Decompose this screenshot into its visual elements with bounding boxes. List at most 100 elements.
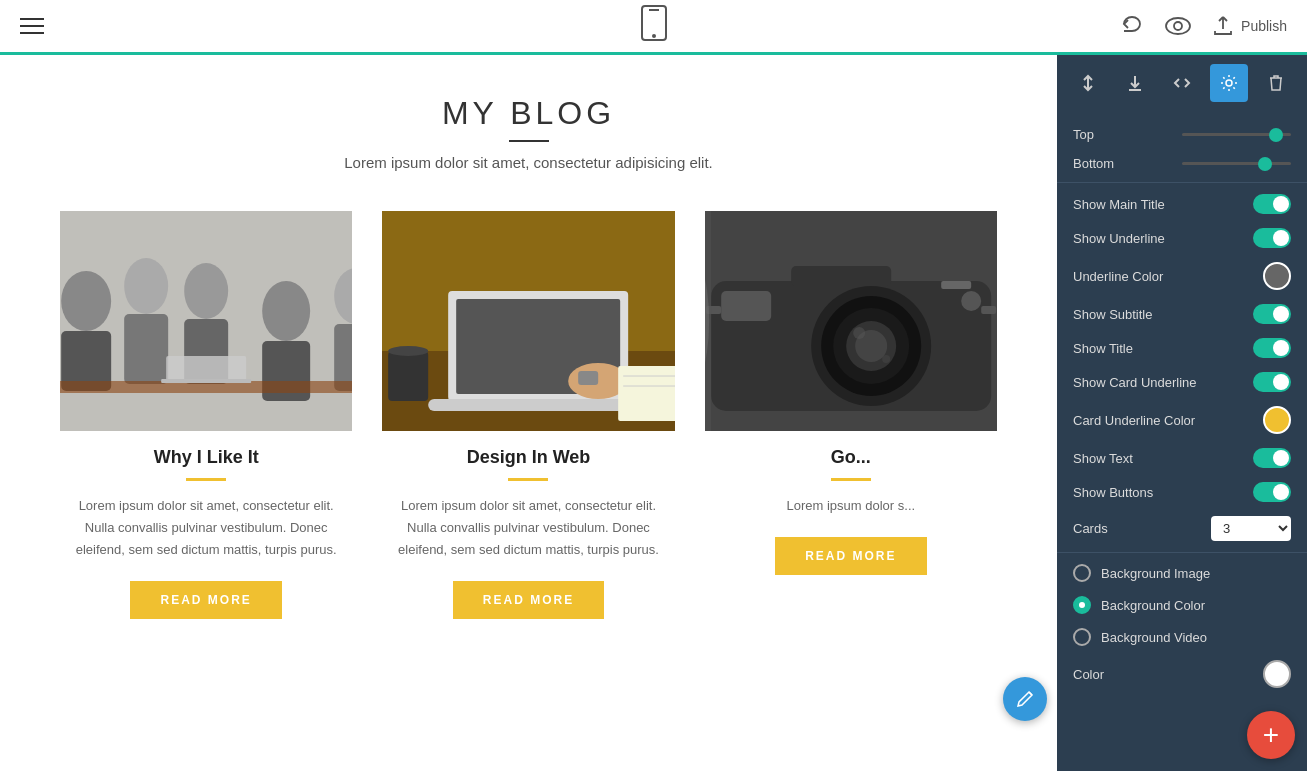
bottom-slider-row: Bottom bbox=[1057, 149, 1307, 178]
card-3-underline bbox=[831, 478, 871, 481]
svg-point-4 bbox=[1174, 22, 1182, 30]
tool-delete[interactable] bbox=[1257, 64, 1295, 102]
show-card-underline-toggle[interactable] bbox=[1253, 372, 1291, 392]
cards-select[interactable]: 3 1 2 4 bbox=[1211, 516, 1291, 541]
show-title-row: Show Title bbox=[1057, 331, 1307, 365]
svg-point-3 bbox=[1166, 18, 1190, 34]
top-label: Top bbox=[1073, 127, 1182, 142]
svg-rect-50 bbox=[981, 306, 996, 314]
toolbar bbox=[1057, 55, 1307, 110]
add-icon: + bbox=[1263, 721, 1279, 749]
show-card-underline-label: Show Card Underline bbox=[1073, 375, 1253, 390]
top-slider-row: Top bbox=[1057, 120, 1307, 149]
hamburger-menu[interactable] bbox=[20, 18, 44, 34]
show-subtitle-row: Show Subtitle bbox=[1057, 297, 1307, 331]
edit-fab-button[interactable] bbox=[1003, 677, 1047, 721]
header: Publish bbox=[0, 0, 1307, 55]
show-main-title-row: Show Main Title bbox=[1057, 187, 1307, 221]
svg-rect-30 bbox=[388, 351, 428, 401]
header-right: Publish bbox=[1121, 14, 1287, 38]
card-2-button[interactable]: READ MORE bbox=[453, 581, 604, 619]
svg-line-53 bbox=[1029, 692, 1032, 695]
show-text-toggle[interactable] bbox=[1253, 448, 1291, 468]
svg-point-31 bbox=[388, 346, 428, 356]
cards-label: Cards bbox=[1073, 521, 1211, 536]
svg-rect-33 bbox=[618, 366, 674, 421]
svg-point-17 bbox=[262, 281, 310, 341]
blog-subtitle: Lorem ipsum dolor sit amet, consectetur … bbox=[60, 154, 997, 171]
show-buttons-toggle[interactable] bbox=[1253, 482, 1291, 502]
publish-button[interactable]: Publish bbox=[1211, 14, 1287, 38]
main-content: MY BLOG Lorem ipsum dolor sit amet, cons… bbox=[0, 55, 1057, 771]
top-slider[interactable] bbox=[1182, 133, 1291, 136]
bottom-label: Bottom bbox=[1073, 156, 1182, 171]
add-fab-button[interactable]: + bbox=[1247, 711, 1295, 759]
card-underline-color-label: Card Underline Color bbox=[1073, 413, 1263, 428]
bottom-slider[interactable] bbox=[1182, 162, 1291, 165]
color-label: Color bbox=[1073, 667, 1263, 682]
card-3-text: Lorem ipsum dolor s... bbox=[715, 495, 987, 517]
card-2-image bbox=[382, 211, 674, 431]
card-3: Go... Lorem ipsum dolor s... READ MORE bbox=[705, 211, 997, 635]
card-1: Why I Like It Lorem ipsum dolor sit amet… bbox=[60, 211, 352, 635]
bg-video-radio[interactable] bbox=[1073, 628, 1091, 646]
card-3-button[interactable]: READ MORE bbox=[775, 537, 926, 575]
show-underline-row: Show Underline bbox=[1057, 221, 1307, 255]
show-underline-label: Show Underline bbox=[1073, 231, 1253, 246]
show-main-title-label: Show Main Title bbox=[1073, 197, 1253, 212]
card-1-body: Why I Like It Lorem ipsum dolor sit amet… bbox=[60, 431, 352, 635]
show-subtitle-toggle[interactable] bbox=[1253, 304, 1291, 324]
card-2-text: Lorem ipsum dolor sit amet, consectetur … bbox=[392, 495, 664, 561]
blog-title: MY BLOG bbox=[60, 95, 997, 132]
underline-color-label: Underline Color bbox=[1073, 269, 1263, 284]
bg-image-label: Background Image bbox=[1101, 566, 1210, 581]
card-3-image bbox=[705, 211, 997, 431]
card-1-image bbox=[60, 211, 352, 431]
card-2-body: Design In Web Lorem ipsum dolor sit amet… bbox=[382, 431, 674, 635]
svg-point-43 bbox=[853, 327, 865, 339]
show-card-underline-row: Show Card Underline bbox=[1057, 365, 1307, 399]
bg-color-radio[interactable] bbox=[1073, 596, 1091, 614]
show-text-row: Show Text bbox=[1057, 441, 1307, 475]
blog-header: MY BLOG Lorem ipsum dolor sit amet, cons… bbox=[60, 95, 997, 171]
svg-rect-32 bbox=[578, 371, 598, 385]
card-underline-color-swatch[interactable] bbox=[1263, 406, 1291, 434]
svg-point-1 bbox=[652, 34, 656, 38]
tool-code[interactable] bbox=[1163, 64, 1201, 102]
svg-rect-28 bbox=[428, 399, 648, 411]
svg-rect-23 bbox=[161, 379, 251, 383]
card-1-underline bbox=[186, 478, 226, 481]
cards-row: Cards 3 1 2 4 bbox=[1057, 509, 1307, 548]
bg-video-row: Background Video bbox=[1057, 621, 1307, 653]
undo-button[interactable] bbox=[1121, 14, 1145, 38]
show-buttons-row: Show Buttons bbox=[1057, 475, 1307, 509]
mobile-preview-icon[interactable] bbox=[640, 4, 668, 48]
svg-point-9 bbox=[1226, 80, 1232, 86]
underline-color-swatch[interactable] bbox=[1263, 262, 1291, 290]
svg-rect-14 bbox=[124, 314, 168, 384]
color-swatch[interactable] bbox=[1263, 660, 1291, 688]
publish-label: Publish bbox=[1241, 18, 1287, 34]
bg-video-label: Background Video bbox=[1101, 630, 1207, 645]
svg-point-15 bbox=[184, 263, 228, 319]
tool-reorder[interactable] bbox=[1069, 64, 1107, 102]
svg-rect-20 bbox=[334, 324, 352, 391]
show-underline-toggle[interactable] bbox=[1253, 228, 1291, 248]
cards-grid: Why I Like It Lorem ipsum dolor sit amet… bbox=[60, 211, 997, 635]
card-2-underline bbox=[508, 478, 548, 481]
blog-underline bbox=[509, 140, 549, 142]
card-2: Design In Web Lorem ipsum dolor sit amet… bbox=[382, 211, 674, 635]
card-1-text: Lorem ipsum dolor sit amet, consectetur … bbox=[70, 495, 342, 561]
tool-settings[interactable] bbox=[1210, 64, 1248, 102]
svg-point-11 bbox=[61, 271, 111, 331]
show-buttons-label: Show Buttons bbox=[1073, 485, 1253, 500]
tool-download[interactable] bbox=[1116, 64, 1154, 102]
show-main-title-toggle[interactable] bbox=[1253, 194, 1291, 214]
card-2-title: Design In Web bbox=[392, 447, 664, 468]
bg-image-radio[interactable] bbox=[1073, 564, 1091, 582]
preview-button[interactable] bbox=[1165, 16, 1191, 36]
card-1-button[interactable]: READ MORE bbox=[130, 581, 281, 619]
show-title-toggle[interactable] bbox=[1253, 338, 1291, 358]
header-center bbox=[640, 4, 668, 48]
color-row: Color bbox=[1057, 653, 1307, 695]
